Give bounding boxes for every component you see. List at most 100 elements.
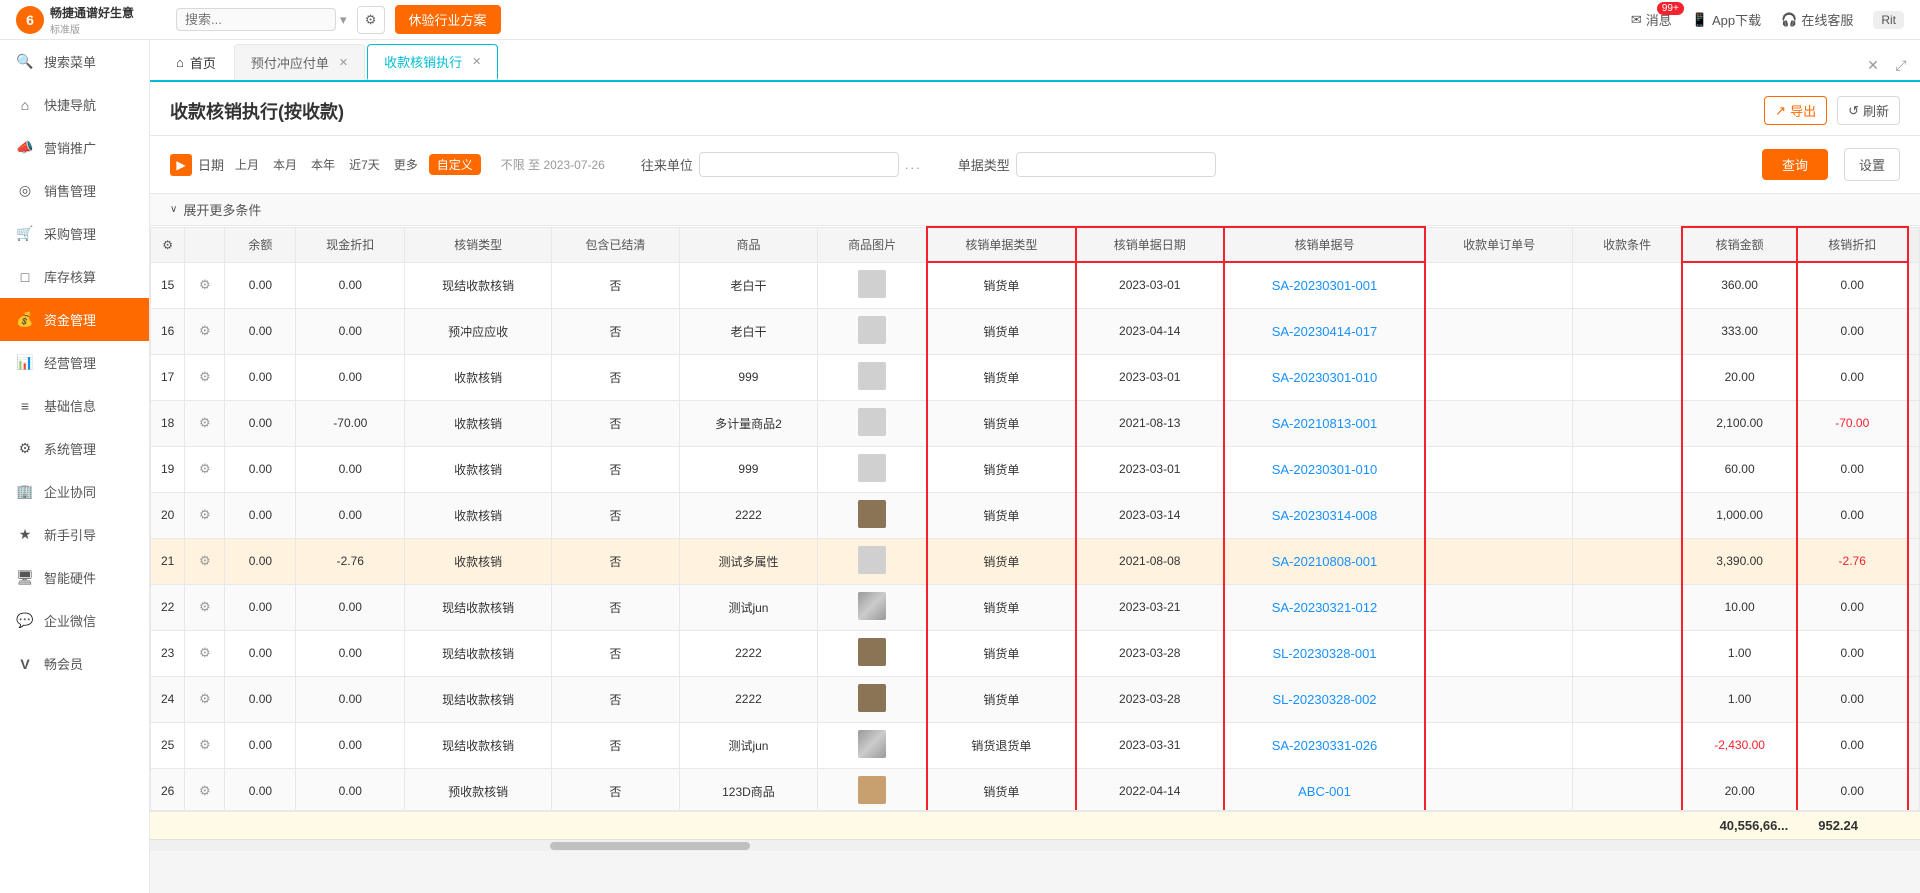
cell-write-off-amount: 1.00 xyxy=(1682,676,1797,722)
cell-bill-no[interactable]: SA-20210813-001 xyxy=(1224,400,1425,446)
top-bar: 6 畅捷通谱好生意 标准版 ▾ ⚙ 休验行业方案 ✉ 消息 99+ 📱 App下… xyxy=(0,0,1920,40)
user-info[interactable]: Rit xyxy=(1873,11,1904,29)
cell-bill-no[interactable]: SA-20230331-026 xyxy=(1224,722,1425,768)
cell-gear[interactable]: ⚙ xyxy=(185,768,225,810)
th-write-off-discount: 核销折扣 xyxy=(1797,227,1908,262)
cell-cash-discount: 0.00 xyxy=(296,262,405,308)
sidebar-item-basic[interactable]: ≡ 基础信息 xyxy=(0,384,149,427)
cell-include-settled: 否 xyxy=(551,768,679,810)
cell-scroll-space xyxy=(1908,262,1920,308)
app-download-button[interactable]: 📱 App下载 xyxy=(1692,10,1761,29)
cell-bill-no[interactable]: SL-20230328-002 xyxy=(1224,676,1425,722)
sidebar-item-search[interactable]: 🔍 搜索菜单 xyxy=(0,40,149,83)
bill-type-select[interactable] xyxy=(1016,152,1216,177)
cell-cash-discount: 0.00 xyxy=(296,446,405,492)
cell-gear[interactable]: ⚙ xyxy=(185,262,225,308)
sidebar-item-hardware[interactable]: 🖥 智能硬件 xyxy=(0,556,149,599)
tab-home[interactable]: ⌂ 首页 xyxy=(160,44,232,80)
online-service-button[interactable]: 🎧 在线客服 xyxy=(1781,10,1853,29)
sidebar-item-marketing[interactable]: 📣 营销推广 xyxy=(0,126,149,169)
cell-gear[interactable]: ⚙ xyxy=(185,446,225,492)
th-row-num xyxy=(185,227,225,262)
cell-bill-no[interactable]: SA-20230301-010 xyxy=(1224,446,1425,492)
cell-gear[interactable]: ⚙ xyxy=(185,400,225,446)
gear-button[interactable]: ⚙ xyxy=(357,6,385,34)
date-7days[interactable]: 近7天 xyxy=(344,154,385,175)
date-this-month[interactable]: 本月 xyxy=(268,154,302,175)
cell-gear[interactable]: ⚙ xyxy=(185,676,225,722)
tab-close-collection[interactable]: ✕ xyxy=(472,55,481,68)
enterprise-icon: 🏢 xyxy=(16,483,34,501)
sidebar-label-member: 畅会员 xyxy=(44,654,83,673)
sidebar-item-quicknav[interactable]: ⌂ 快捷导航 xyxy=(0,83,149,126)
date-this-year[interactable]: 本年 xyxy=(306,154,340,175)
date-last-month[interactable]: 上月 xyxy=(230,154,264,175)
custom-date-button[interactable]: 自定义 xyxy=(429,154,481,175)
cell-receipt-cond xyxy=(1573,538,1683,584)
cell-bill-no[interactable]: SA-20230321-012 xyxy=(1224,584,1425,630)
cell-gear[interactable]: ⚙ xyxy=(185,308,225,354)
cell-scroll-space xyxy=(1908,768,1920,810)
cell-product: 999 xyxy=(679,354,817,400)
sidebar-item-system[interactable]: ⚙ 系统管理 xyxy=(0,427,149,470)
sidebar-item-enterprise[interactable]: 🏢 企业协同 xyxy=(0,470,149,513)
cell-bill-no[interactable]: SA-20230301-010 xyxy=(1224,354,1425,400)
sidebar-item-member[interactable]: V 畅会员 xyxy=(0,642,149,685)
cell-gear[interactable]: ⚙ xyxy=(185,538,225,584)
cell-bill-no[interactable]: SL-20230328-001 xyxy=(1224,630,1425,676)
sidebar-item-purchase[interactable]: 🛒 采购管理 xyxy=(0,212,149,255)
sidebar-item-sales[interactable]: ◎ 销售管理 xyxy=(0,169,149,212)
cell-bill-no[interactable]: SA-20210808-001 xyxy=(1224,538,1425,584)
sidebar-item-wechat[interactable]: 💬 企业微信 xyxy=(0,599,149,642)
cell-gear[interactable]: ⚙ xyxy=(185,354,225,400)
export-icon: ↗ xyxy=(1775,103,1786,119)
cell-bill-type: 销货单 xyxy=(927,262,1075,308)
sidebar-label-quicknav: 快捷导航 xyxy=(44,95,96,114)
setting-button[interactable]: 设置 xyxy=(1844,148,1900,181)
table-scroll-container[interactable]: ⚙ 余额 现金折扣 核销类型 包含已结清 商品 商品图片 核销单据类型 核销单据… xyxy=(150,226,1920,810)
sidebar-item-inventory[interactable]: □ 库存核算 xyxy=(0,255,149,298)
cell-write-off-discount: 0.00 xyxy=(1797,722,1908,768)
date-more[interactable]: 更多 xyxy=(389,154,423,175)
top-search-input[interactable] xyxy=(176,8,336,31)
cell-gear[interactable]: ⚙ xyxy=(185,722,225,768)
tab-close-prepay[interactable]: ✕ xyxy=(339,56,348,69)
cell-gear[interactable]: ⚙ xyxy=(185,492,225,538)
search-group: ▾ xyxy=(176,8,347,31)
cell-write-off-discount: 0.00 xyxy=(1797,354,1908,400)
expand-conditions-bar[interactable]: ∨ 展开更多条件 xyxy=(150,194,1920,226)
sidebar-item-operation[interactable]: 📊 经营管理 xyxy=(0,341,149,384)
cell-product: 测试jun xyxy=(679,584,817,630)
maximize-window-button[interactable]: ⤢ xyxy=(1890,54,1912,76)
cell-product-img xyxy=(818,676,928,722)
tab-prepay[interactable]: 预付冲应付单 ✕ xyxy=(234,44,365,80)
filter-expand-button[interactable]: ▶ xyxy=(170,154,192,176)
cell-bill-type: 销货单 xyxy=(927,676,1075,722)
filter-bar: ▶ 日期 上月 本月 本年 近7天 更多 自定义 不限 至 2023-07-26… xyxy=(150,136,1920,194)
export-button[interactable]: ↗ 导出 xyxy=(1764,96,1827,125)
cell-balance: 0.00 xyxy=(225,354,296,400)
partner-input[interactable] xyxy=(699,152,899,177)
cell-scroll-space xyxy=(1908,722,1920,768)
marketing-icon: 📣 xyxy=(16,139,34,157)
refresh-button[interactable]: ↺ 刷新 xyxy=(1837,96,1900,125)
sidebar-item-guide[interactable]: ★ 新手引导 xyxy=(0,513,149,556)
horizontal-scrollbar[interactable] xyxy=(150,839,1920,851)
industry-button[interactable]: 休验行业方案 xyxy=(395,5,501,34)
cell-gear[interactable]: ⚙ xyxy=(185,630,225,676)
cell-bill-no[interactable]: SA-20230301-001 xyxy=(1224,262,1425,308)
query-button[interactable]: 查询 xyxy=(1762,149,1828,180)
cell-receipt-cond xyxy=(1573,354,1683,400)
sidebar-item-finance[interactable]: 💰 资金管理 xyxy=(0,298,149,341)
tab-collection[interactable]: 收款核销执行 ✕ xyxy=(367,44,498,80)
cell-bill-no[interactable]: SA-20230314-008 xyxy=(1224,492,1425,538)
cell-bill-no[interactable]: ABC-001 xyxy=(1224,768,1425,810)
close-window-button[interactable]: ✕ xyxy=(1862,54,1884,76)
cell-bill-no[interactable]: SA-20230414-017 xyxy=(1224,308,1425,354)
cell-gear[interactable]: ⚙ xyxy=(185,584,225,630)
message-button[interactable]: ✉ 消息 99+ xyxy=(1631,10,1672,29)
cell-scroll-space xyxy=(1908,354,1920,400)
h-scrollbar-thumb[interactable] xyxy=(550,842,750,850)
cell-write-off-type: 收款核销 xyxy=(405,446,552,492)
cell-cash-discount: -2.76 xyxy=(296,538,405,584)
